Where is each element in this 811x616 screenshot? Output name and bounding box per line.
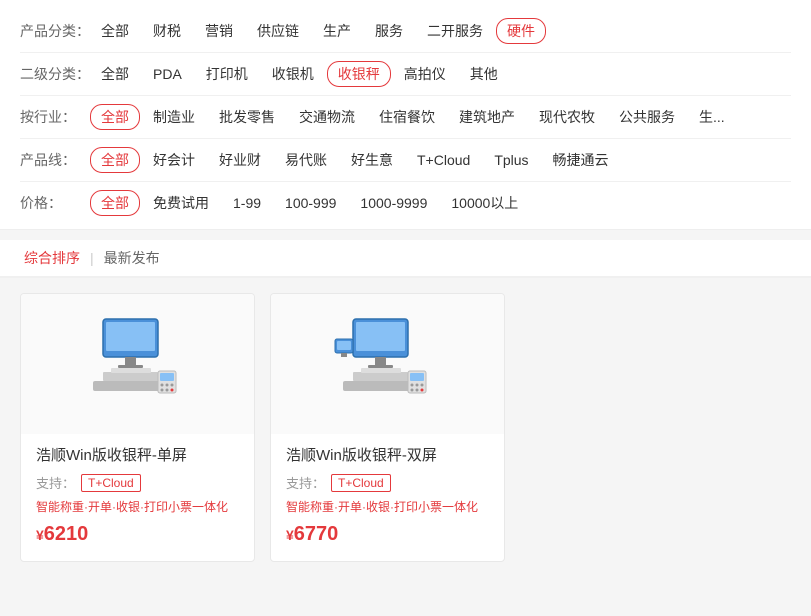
product-desc-2: 智能称重·开单·收银·打印小票一体化 [286,498,489,515]
product-price-2: ¥6770 [286,523,489,546]
price-item-free[interactable]: 免费试用 [142,190,220,216]
industry-items: 全部 制造业 批发零售 交通物流 住宿餐饮 建筑地产 现代农牧 公共服务 生..… [90,104,736,130]
price-symbol-2: ¥ [286,527,294,543]
productline-item-tplus[interactable]: Tplus [483,149,539,171]
productline-item-changjietong[interactable]: 畅捷通云 [542,147,620,173]
category-item-caishui[interactable]: 财税 [142,18,192,44]
sort-latest[interactable]: 最新发布 [100,248,164,268]
support-tag-1: T+Cloud [81,474,141,492]
support-tag-2: T+Cloud [331,474,391,492]
industry-item-sheng[interactable]: 生... [688,104,736,130]
support-label-1: 支持： [36,473,75,492]
product-card-1[interactable]: 浩顺Win版收银秤-单屏 支持： T+Cloud 智能称重·开单·收银·打印小票… [20,293,255,562]
subcategory-item-gaopaiyi[interactable]: 高拍仪 [393,61,457,87]
product-desc-1: 智能称重·开单·收银·打印小票一体化 [36,498,239,515]
product-image-area-1 [21,294,254,434]
subcategory-label: 二级分类： [20,64,90,84]
productline-item-quanbu[interactable]: 全部 [90,147,140,173]
industry-item-xiandainongmu[interactable]: 现代农牧 [528,104,606,130]
category-item-fuwu[interactable]: 服务 [364,18,414,44]
productline-item-tcloud[interactable]: T+Cloud [406,149,481,171]
productline-item-haokuaiji[interactable]: 好会计 [142,147,206,173]
product-name-1: 浩顺Win版收银秤-单屏 [36,444,239,465]
industry-item-jianzhudichuan[interactable]: 建筑地产 [448,104,526,130]
subcategory-item-shouyin[interactable]: 收银机 [261,61,325,87]
price-filter-row: 价格： 全部 免费试用 1-99 100-999 1000-9999 10000… [20,182,791,224]
subcategory-item-shouyincheng[interactable]: 收银秤 [327,61,391,87]
productline-label: 产品线： [20,150,90,170]
filter-section: 产品分类： 全部 财税 营销 供应链 生产 服务 二开服务 硬件 二级分类： 全… [0,0,811,230]
product-price-1: ¥6210 [36,523,239,546]
price-item-quanbu[interactable]: 全部 [90,190,140,216]
price-value-2: 6770 [294,523,339,545]
sort-bar: 综合排序 | 最新发布 [0,240,811,278]
productline-item-haoyecai[interactable]: 好业财 [208,147,272,173]
product-support-1: 支持： T+Cloud [36,473,239,492]
industry-item-zhizaoye[interactable]: 制造业 [142,104,206,130]
price-symbol-1: ¥ [36,527,44,543]
product-support-2: 支持： T+Cloud [286,473,489,492]
product-info-1: 浩顺Win版收银秤-单屏 支持： T+Cloud 智能称重·开单·收银·打印小票… [21,434,254,546]
category-item-yingxiao[interactable]: 营销 [194,18,244,44]
price-item-100-999[interactable]: 100-999 [274,192,347,214]
price-item-1-99[interactable]: 1-99 [222,192,272,214]
products-area: 浩顺Win版收银秤-单屏 支持： T+Cloud 智能称重·开单·收银·打印小票… [0,278,811,577]
price-label: 价格： [20,193,90,213]
product-image-svg-1 [83,309,193,419]
productline-item-haoshengyi[interactable]: 好生意 [340,147,404,173]
subcategory-filter-row: 二级分类： 全部 PDA 打印机 收银机 收银秤 高拍仪 其他 [20,53,791,96]
industry-item-jiaotongwuliu[interactable]: 交通物流 [288,104,366,130]
product-card-2[interactable]: 浩顺Win版收银秤-双屏 支持： T+Cloud 智能称重·开单·收银·打印小票… [270,293,505,562]
price-item-10000plus[interactable]: 10000以上 [440,190,529,216]
industry-item-zhusucanyin[interactable]: 住宿餐饮 [368,104,446,130]
productline-items: 全部 好会计 好业财 易代账 好生意 T+Cloud Tplus 畅捷通云 [90,147,620,173]
product-info-2: 浩顺Win版收银秤-双屏 支持： T+Cloud 智能称重·开单·收银·打印小票… [271,434,504,546]
category-label: 产品分类： [20,21,90,41]
price-items: 全部 免费试用 1-99 100-999 1000-9999 10000以上 [90,190,529,216]
category-item-shengchan[interactable]: 生产 [312,18,362,44]
industry-item-quanbu[interactable]: 全部 [90,104,140,130]
price-item-1000-9999[interactable]: 1000-9999 [349,192,438,214]
industry-filter-row: 按行业： 全部 制造业 批发零售 交通物流 住宿餐饮 建筑地产 现代农牧 公共服… [20,96,791,139]
products-grid: 浩顺Win版收银秤-单屏 支持： T+Cloud 智能称重·开单·收银·打印小票… [20,293,791,562]
product-image-svg-2 [333,309,443,419]
product-image-area-2 [271,294,504,434]
category-filter-row: 产品分类： 全部 财税 营销 供应链 生产 服务 二开服务 硬件 [20,10,791,53]
price-value-1: 6210 [44,523,89,545]
subcategory-item-pda[interactable]: PDA [142,63,193,85]
subcategory-item-qita[interactable]: 其他 [459,61,509,87]
product-name-2: 浩顺Win版收银秤-双屏 [286,444,489,465]
industry-label: 按行业： [20,107,90,127]
category-item-yingjian[interactable]: 硬件 [496,18,546,44]
category-item-gongyinglian[interactable]: 供应链 [246,18,310,44]
category-item-quanbu[interactable]: 全部 [90,18,140,44]
category-item-erkaifuwu[interactable]: 二开服务 [416,18,494,44]
productline-item-yidaizhang[interactable]: 易代账 [274,147,338,173]
subcategory-item-quanbu[interactable]: 全部 [90,61,140,87]
industry-item-gonggongfuwu[interactable]: 公共服务 [608,104,686,130]
subcategory-items: 全部 PDA 打印机 收银机 收银秤 高拍仪 其他 [90,61,509,87]
productline-filter-row: 产品线： 全部 好会计 好业财 易代账 好生意 T+Cloud Tplus 畅捷… [20,139,791,182]
subcategory-item-dayinji[interactable]: 打印机 [195,61,259,87]
industry-item-pifalingshuo[interactable]: 批发零售 [208,104,286,130]
sort-comprehensive[interactable]: 综合排序 [20,248,84,268]
sort-divider: | [90,250,94,266]
support-label-2: 支持： [286,473,325,492]
category-items: 全部 财税 营销 供应链 生产 服务 二开服务 硬件 [90,18,546,44]
